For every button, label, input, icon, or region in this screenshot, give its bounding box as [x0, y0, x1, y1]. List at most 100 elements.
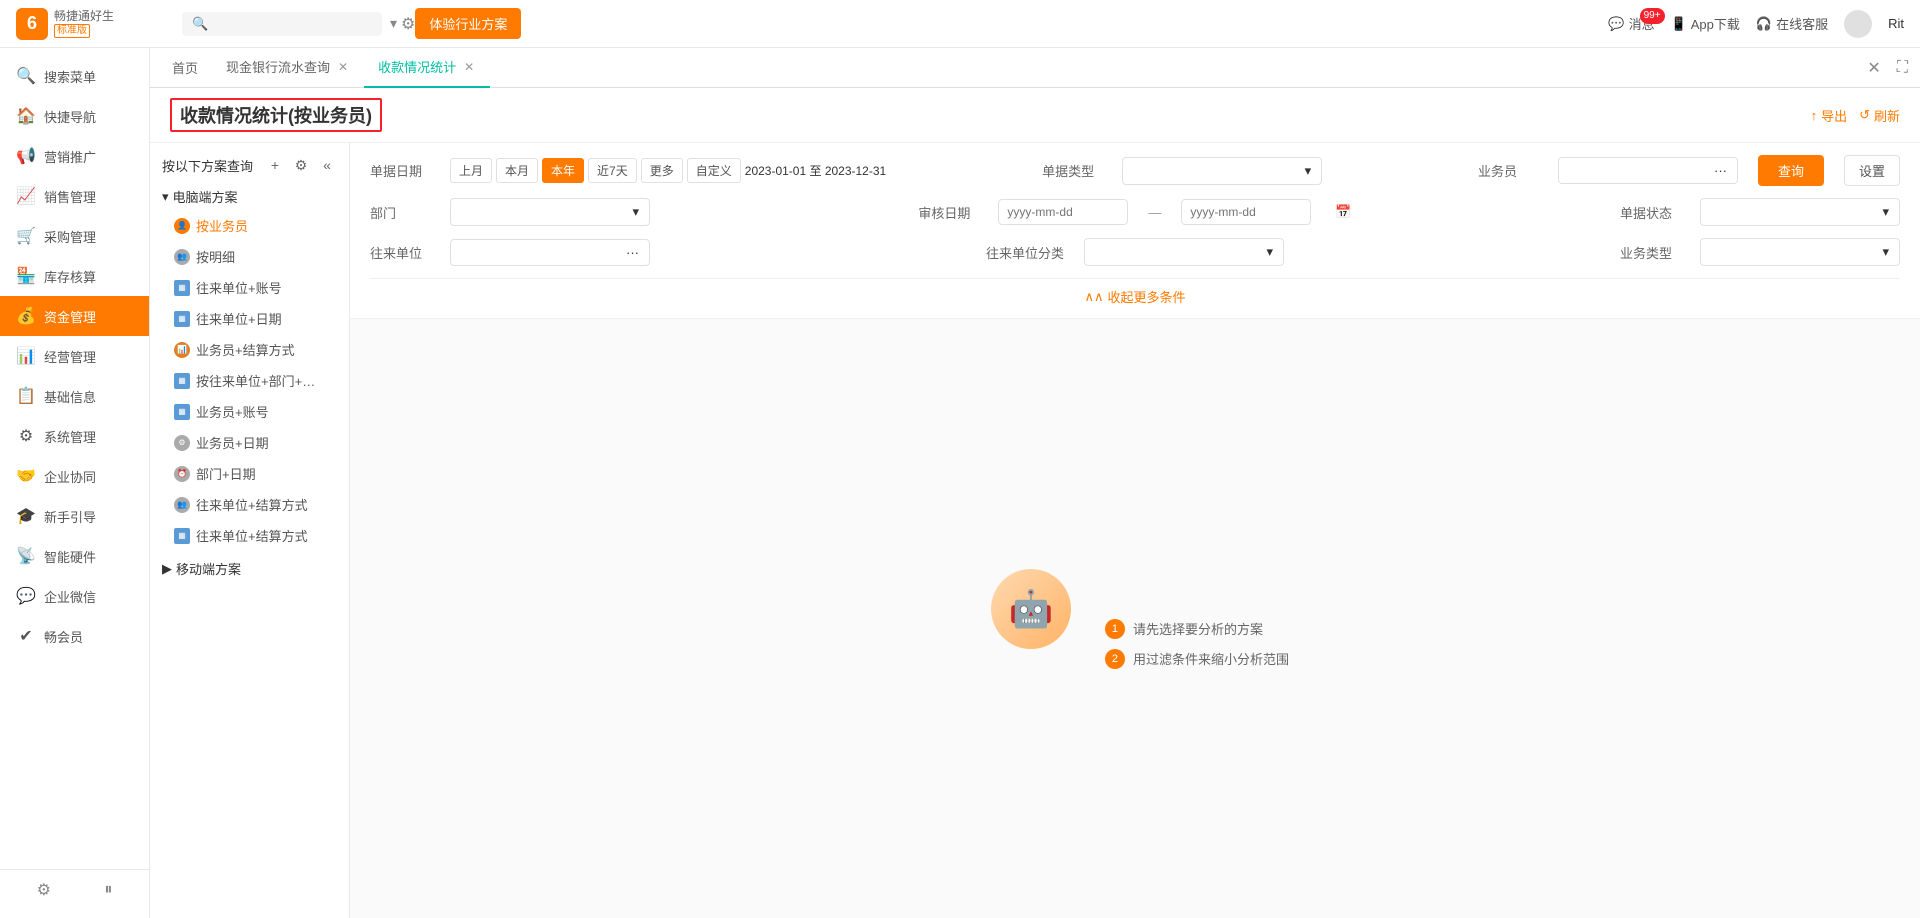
sidebar-item-finance[interactable]: 💰 资金管理: [0, 296, 149, 336]
scheme-item-partner-account[interactable]: ▦ 往来单位+账号: [150, 272, 349, 303]
sidebar-item-marketing[interactable]: 📢 营销推广: [0, 136, 149, 176]
collapse-btn[interactable]: ∧∧ 收起更多条件: [1084, 287, 1185, 306]
sidebar-item-newcomer[interactable]: 🎓 新手引导: [0, 496, 149, 536]
sidebar-item-label: 营销推广: [44, 147, 96, 166]
main-layout: 🔍 搜索菜单 🏠 快捷导航 📢 营销推广 📈 销售管理 🛒 采购管理 🏪 库存核…: [0, 48, 1920, 918]
tab-receipts-label: 收款情况统计: [378, 57, 456, 76]
date-btn-custom[interactable]: 自定义: [687, 158, 741, 183]
customer-cat-label: 往来单位分类: [986, 243, 1064, 262]
sidebar-item-basic-info[interactable]: 📋 基础信息: [0, 376, 149, 416]
member-icon: ✔: [16, 626, 36, 646]
salesperson-filter-label: 业务员: [1478, 161, 1538, 180]
scheme-item-icon-ps1: 👥: [174, 497, 190, 513]
nav-down-icon[interactable]: ▾: [390, 15, 397, 32]
tab-home[interactable]: 首页: [158, 48, 212, 88]
smart-hardware-icon: 📡: [16, 546, 36, 566]
user-avatar[interactable]: [1844, 10, 1872, 38]
biz-type-select[interactable]: ▾: [1700, 238, 1900, 266]
collapse-sidebar-icon[interactable]: ⏸: [104, 881, 112, 899]
online-service-button[interactable]: 🎧 在线客服: [1756, 14, 1828, 33]
collapse-section: ∧∧ 收起更多条件: [370, 278, 1900, 306]
settings-footer-icon[interactable]: ⚙: [37, 880, 51, 900]
app-download-button[interactable]: 📱 App下载: [1671, 14, 1740, 33]
user-name[interactable]: Rit: [1888, 16, 1904, 31]
refresh-button[interactable]: ↺ 刷新: [1859, 106, 1900, 125]
close-tab-icon[interactable]: ✕: [1863, 58, 1884, 78]
doc-type-select[interactable]: ▾: [1122, 157, 1322, 185]
settings-icon[interactable]: ⚙: [401, 14, 415, 34]
settings-button[interactable]: 设置: [1844, 155, 1900, 186]
scheme-item-partner-date[interactable]: ▦ 往来单位+日期: [150, 303, 349, 334]
page-header: 收款情况统计(按业务员) ↑ 导出 ↺ 刷新: [150, 88, 1920, 143]
collapse-label: 收起更多条件: [1108, 287, 1186, 306]
sidebar-item-quicknav[interactable]: 🏠 快捷导航: [0, 96, 149, 136]
messages-button[interactable]: 💬 消息 99+: [1608, 14, 1654, 33]
sidebar-item-sales[interactable]: 📈 销售管理: [0, 176, 149, 216]
sidebar-item-wechat[interactable]: 💬 企业微信: [0, 576, 149, 616]
scheme-header-label: 按以下方案查询: [162, 156, 253, 175]
sidebar-item-enterprise[interactable]: 🤝 企业协同: [0, 456, 149, 496]
scheme-collapse-button[interactable]: «: [317, 155, 337, 175]
scheme-item-icon-partner-date: ▦: [174, 311, 190, 327]
scheme-item-label: 按往来单位+部门+收...: [196, 371, 326, 390]
scheme-group-desktop[interactable]: ▾ 电脑端方案: [150, 183, 349, 210]
management-icon: 📊: [16, 346, 36, 366]
logo-icon: 6: [16, 8, 48, 40]
scheme-item-partner-settlement2[interactable]: ▦ 往来单位+结算方式: [150, 520, 349, 551]
query-button[interactable]: 查询: [1758, 155, 1824, 186]
scheme-add-button[interactable]: +: [265, 155, 285, 175]
scheme-item-by-detail[interactable]: 👥 按明细: [150, 241, 349, 272]
expand-tab-icon[interactable]: ⛶: [1893, 59, 1912, 77]
sidebar-item-member[interactable]: ✔ 畅会员: [0, 616, 149, 656]
date-btn-this-month[interactable]: 本月: [496, 158, 538, 183]
scheme-item-by-salesperson[interactable]: 👤 按业务员: [150, 210, 349, 241]
scheme-item-salesperson-account[interactable]: ▦ 业务员+账号: [150, 396, 349, 427]
calendar-icon-start[interactable]: 📅: [1335, 204, 1351, 220]
scheme-item-icon-partner-account: ▦: [174, 280, 190, 296]
tab-receipts-close[interactable]: ✕: [462, 60, 476, 74]
scheme-settings-button[interactable]: ⚙: [291, 155, 311, 175]
date-btn-this-year[interactable]: 本年: [542, 158, 584, 183]
date-btn-last-month[interactable]: 上月: [450, 158, 492, 183]
review-date-start[interactable]: [998, 199, 1128, 225]
scheme-item-partner-dept-recv[interactable]: ▦ 按往来单位+部门+收...: [150, 365, 349, 396]
scheme-group-mobile[interactable]: ▶ 移动端方案: [150, 555, 349, 582]
enterprise-icon: 🤝: [16, 466, 36, 486]
trial-button[interactable]: 体验行业方案: [415, 8, 521, 39]
sidebar-item-system[interactable]: ⚙ 系统管理: [0, 416, 149, 456]
sidebar-item-management[interactable]: 📊 经营管理: [0, 336, 149, 376]
top-search-area[interactable]: 🔍: [182, 12, 382, 36]
sidebar-item-label: 销售管理: [44, 187, 96, 206]
content-area: 首页 现金银行流水查询 ✕ 收款情况统计 ✕ ✕ ⛶ 收款情况统计(按业务员) …: [150, 48, 1920, 918]
customer-select[interactable]: ···: [450, 239, 650, 266]
scheme-item-dept-date[interactable]: ⏰ 部门+日期: [150, 458, 349, 489]
scheme-item-partner-settlement1[interactable]: 👥 往来单位+结算方式: [150, 489, 349, 520]
tab-receipts[interactable]: 收款情况统计 ✕: [364, 48, 490, 88]
scheme-item-salesperson-date[interactable]: ⚙ 业务员+日期: [150, 427, 349, 458]
filter-row-3: 往来单位 ··· 往来单位分类 ▾ 业务类型: [370, 238, 1900, 266]
date-btn-7days[interactable]: 近7天: [588, 158, 637, 183]
scheme-item-icon-dept-date: ⏰: [174, 466, 190, 482]
scheme-item-salesperson-settlement[interactable]: 📊 业务员+结算方式: [150, 334, 349, 365]
sidebar-item-search[interactable]: 🔍 搜索菜单: [0, 56, 149, 96]
collapse-icon: ∧∧: [1084, 289, 1103, 305]
doc-status-select[interactable]: ▾: [1700, 198, 1900, 226]
sidebar-item-label: 基础信息: [44, 387, 96, 406]
step-num-1: 1: [1105, 619, 1125, 639]
review-date-end[interactable]: [1181, 199, 1311, 225]
sidebar-item-smart-hardware[interactable]: 📡 智能硬件: [0, 536, 149, 576]
sidebar-item-purchase[interactable]: 🛒 采购管理: [0, 216, 149, 256]
tab-cashflow-close[interactable]: ✕: [336, 60, 350, 74]
dept-select[interactable]: ▾: [450, 198, 650, 226]
step-num-2: 2: [1105, 649, 1125, 669]
doc-status-label: 单据状态: [1620, 203, 1680, 222]
customer-cat-select[interactable]: ▾: [1084, 238, 1284, 266]
scheme-item-label: 往来单位+账号: [196, 278, 282, 297]
export-button[interactable]: ↑ 导出: [1811, 106, 1848, 125]
messages-badge: 99+: [1640, 8, 1665, 24]
tab-cashflow[interactable]: 现金银行流水查询 ✕: [212, 48, 364, 88]
sidebar-item-label: 经营管理: [44, 347, 96, 366]
salesperson-filter-select[interactable]: ···: [1558, 157, 1738, 184]
sidebar-item-inventory[interactable]: 🏪 库存核算: [0, 256, 149, 296]
date-btn-more[interactable]: 更多: [641, 158, 683, 183]
